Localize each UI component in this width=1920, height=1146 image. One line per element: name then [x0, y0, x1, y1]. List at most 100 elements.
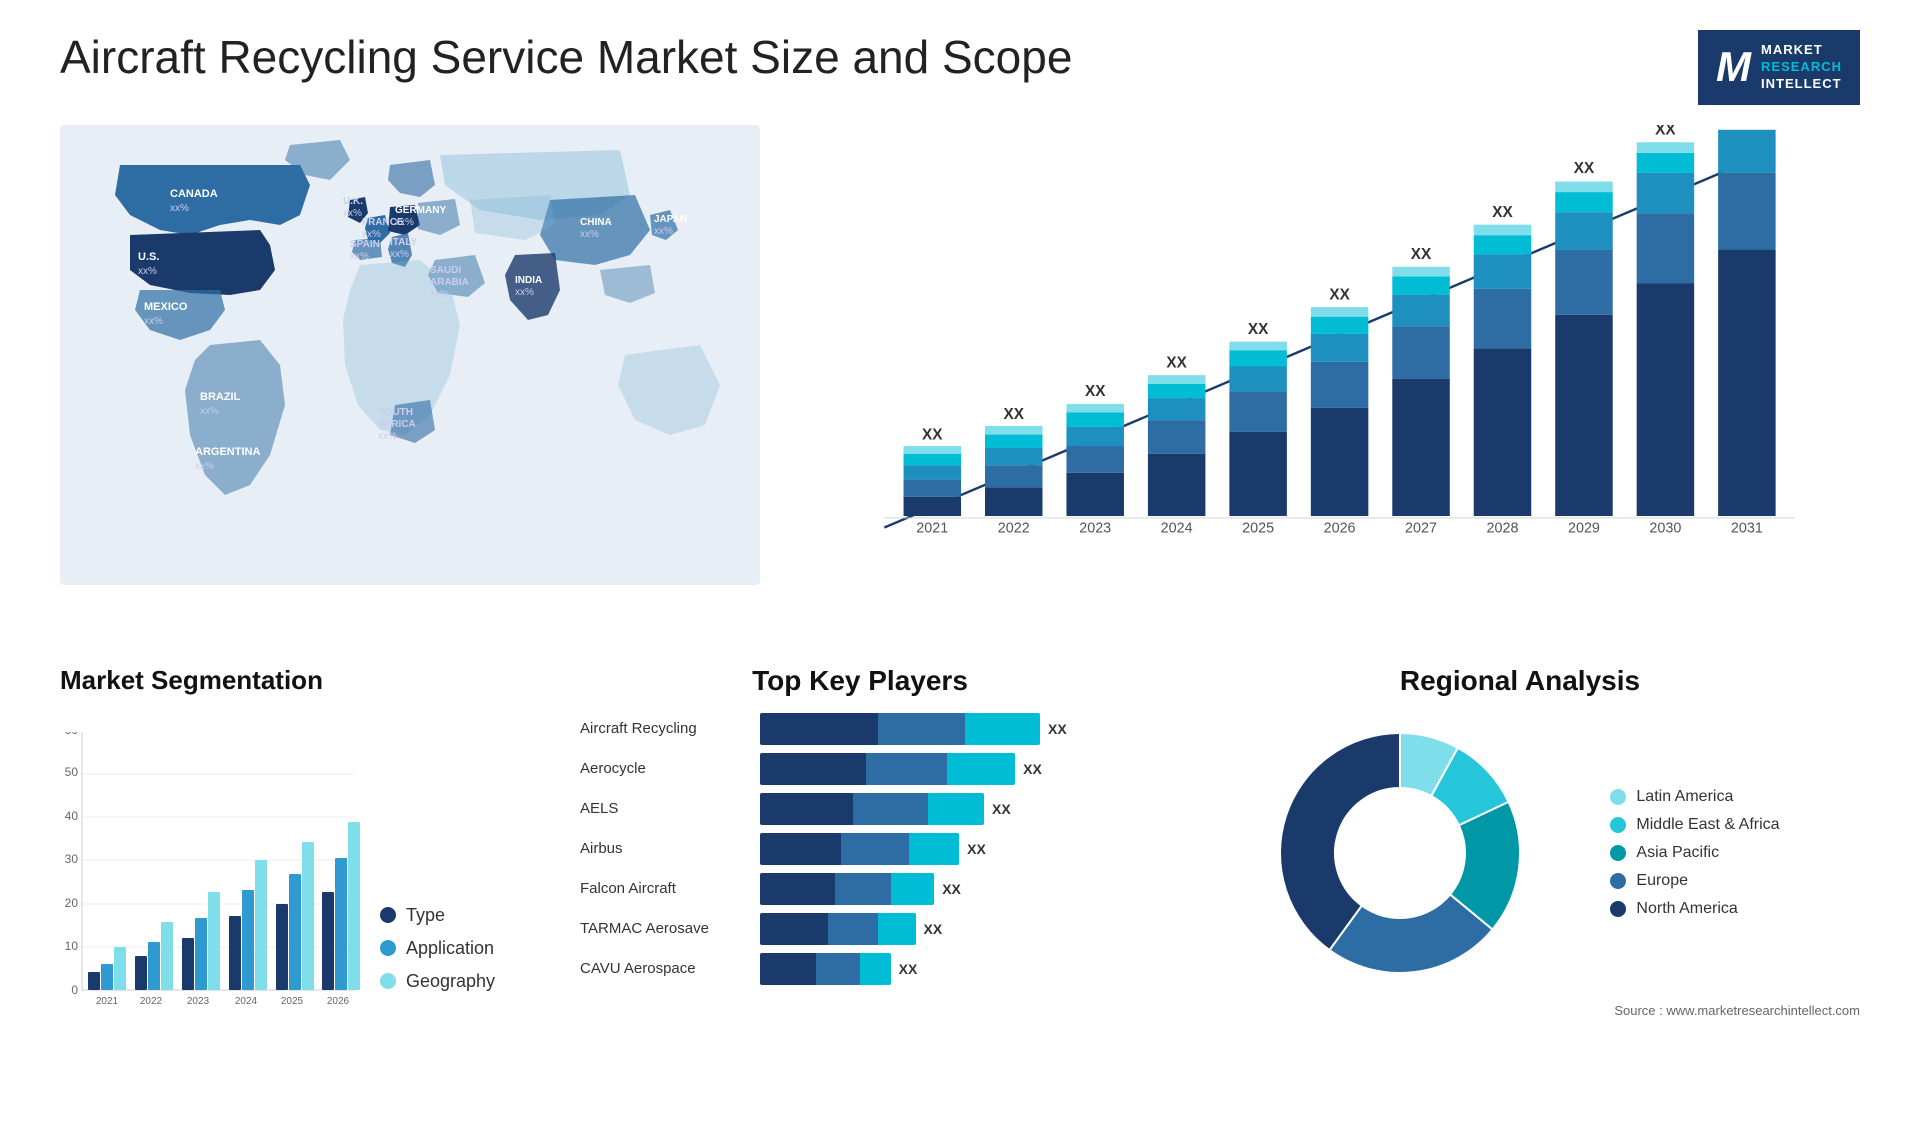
svg-text:xx%: xx% — [350, 251, 369, 262]
svg-text:2026: 2026 — [327, 996, 350, 1007]
map-label-saudi: SAUDI — [430, 265, 461, 276]
player-name: Falcon Aircraft — [580, 880, 750, 897]
svg-text:10: 10 — [65, 939, 79, 953]
bar-chart-svg: XX XX XX XX — [800, 125, 1860, 585]
map-label-italy: ITALY — [390, 237, 418, 248]
regional-container: Regional Analysis Latin America Middle E… — [1180, 665, 1860, 1085]
donut-area: Latin America Middle East & Africa Asia … — [1180, 713, 1860, 993]
player-bar — [760, 873, 934, 905]
page-title: Aircraft Recycling Service Market Size a… — [60, 30, 1072, 85]
bar-seg3 — [928, 793, 984, 825]
donut-legend-label: Asia Pacific — [1636, 844, 1719, 862]
donut-svg — [1260, 713, 1580, 993]
player-value: XX — [899, 961, 918, 977]
logo-text: MARKET RESEARCH INTELLECT — [1761, 42, 1842, 93]
map-label-us: U.S. — [138, 251, 159, 263]
svg-text:50: 50 — [65, 765, 79, 779]
svg-text:xx%: xx% — [200, 406, 219, 417]
bar-seg1 — [760, 753, 866, 785]
player-value: XX — [1023, 761, 1042, 777]
logo-letter: M — [1716, 43, 1751, 91]
player-row: TARMAC Aerosave XX — [580, 913, 1140, 945]
player-name: Airbus — [580, 840, 750, 857]
map-sublabel-canada: xx% — [170, 203, 189, 214]
svg-text:XX: XX — [1655, 125, 1676, 139]
logo-box: M MARKET RESEARCH INTELLECT — [1698, 30, 1860, 105]
donut-legend-item: North America — [1610, 900, 1779, 918]
donut-legend-dot — [1610, 817, 1626, 833]
donut-legend-item: Asia Pacific — [1610, 844, 1779, 862]
svg-text:2022: 2022 — [998, 520, 1030, 536]
bar-chart-container: XX XX XX XX — [800, 125, 1860, 585]
svg-text:2028: 2028 — [1487, 520, 1519, 536]
player-bar — [760, 953, 891, 985]
svg-text:xx%: xx% — [430, 289, 449, 300]
player-bar — [760, 833, 959, 865]
svg-text:XX: XX — [1085, 383, 1106, 400]
player-bar-wrap: XX — [760, 953, 1140, 985]
svg-text:40: 40 — [65, 809, 79, 823]
player-row: Aerocycle XX — [580, 753, 1140, 785]
player-name: Aerocycle — [580, 760, 750, 777]
svg-text:xx%: xx% — [138, 266, 157, 277]
map-label-mexico: MEXICO — [144, 301, 188, 313]
svg-text:xx%: xx% — [378, 431, 397, 442]
svg-text:AFRICA: AFRICA — [378, 419, 416, 430]
svg-text:2023: 2023 — [187, 996, 210, 1007]
player-bar — [760, 793, 984, 825]
map-label-china: CHINA — [580, 217, 612, 228]
player-row: Falcon Aircraft XX — [580, 873, 1140, 905]
player-bar-wrap: XX — [760, 913, 1140, 945]
player-bar-wrap: XX — [760, 873, 1140, 905]
svg-text:20: 20 — [65, 896, 79, 910]
bar-seg3 — [860, 953, 891, 985]
svg-text:xx%: xx% — [395, 217, 414, 228]
key-players-container: Top Key Players Aircraft Recycling XX Ae… — [580, 665, 1140, 1085]
player-bar-wrap: XX — [760, 753, 1140, 785]
map-label-spain: SPAIN — [350, 239, 380, 250]
svg-text:XX: XX — [1574, 160, 1595, 177]
donut-legend-label: Latin America — [1636, 788, 1733, 806]
map-label-germany: GERMANY — [395, 205, 446, 216]
bar-seg3 — [965, 713, 1040, 745]
segmentation-title: Market Segmentation — [60, 665, 540, 696]
map-label-southafrica: SOUTH — [378, 407, 413, 418]
player-row: CAVU Aerospace XX — [580, 953, 1140, 985]
player-bar — [760, 713, 1040, 745]
player-name: AELS — [580, 800, 750, 817]
svg-text:xx%: xx% — [515, 287, 534, 298]
legend-dot-type — [380, 907, 396, 923]
player-value: XX — [942, 881, 961, 897]
svg-text:60: 60 — [65, 732, 79, 737]
logo-container: M MARKET RESEARCH INTELLECT — [1698, 30, 1860, 105]
svg-text:xx%: xx% — [580, 229, 599, 240]
svg-text:ARABIA: ARABIA — [430, 277, 469, 288]
player-name: CAVU Aerospace — [580, 960, 750, 977]
top-section: CANADA xx% U.S. xx% MEXICO xx% BRAZIL xx… — [60, 125, 1860, 625]
donut-legend-item: Europe — [1610, 872, 1779, 890]
regional-title: Regional Analysis — [1180, 665, 1860, 697]
player-name: TARMAC Aerosave — [580, 920, 750, 937]
bar-seg2 — [866, 753, 947, 785]
donut-legend-label: Europe — [1636, 872, 1688, 890]
bar-seg3 — [878, 913, 915, 945]
svg-text:xx%: xx% — [343, 208, 362, 219]
donut-legend-item: Middle East & Africa — [1610, 816, 1779, 834]
svg-text:xx%: xx% — [390, 249, 409, 260]
segmentation-legend: Type Application Geography — [380, 905, 495, 1012]
svg-text:XX: XX — [1166, 354, 1187, 371]
player-value: XX — [1048, 721, 1067, 737]
map-svg-wrap: CANADA xx% U.S. xx% MEXICO xx% BRAZIL xx… — [60, 125, 760, 585]
svg-text:0: 0 — [71, 983, 78, 997]
donut-legend-dot — [1610, 873, 1626, 889]
donut-legend-dot — [1610, 901, 1626, 917]
svg-text:2029: 2029 — [1568, 520, 1600, 536]
segmentation-chart-area: 0 10 20 30 40 50 60 — [60, 712, 540, 1012]
svg-text:2026: 2026 — [1324, 520, 1356, 536]
svg-text:xx%: xx% — [195, 461, 214, 472]
player-row: Airbus XX — [580, 833, 1140, 865]
legend-item-type: Type — [380, 905, 495, 926]
bar-seg2 — [878, 713, 965, 745]
player-value: XX — [967, 841, 986, 857]
source-text: Source : www.marketresearchintellect.com — [1180, 1003, 1860, 1018]
